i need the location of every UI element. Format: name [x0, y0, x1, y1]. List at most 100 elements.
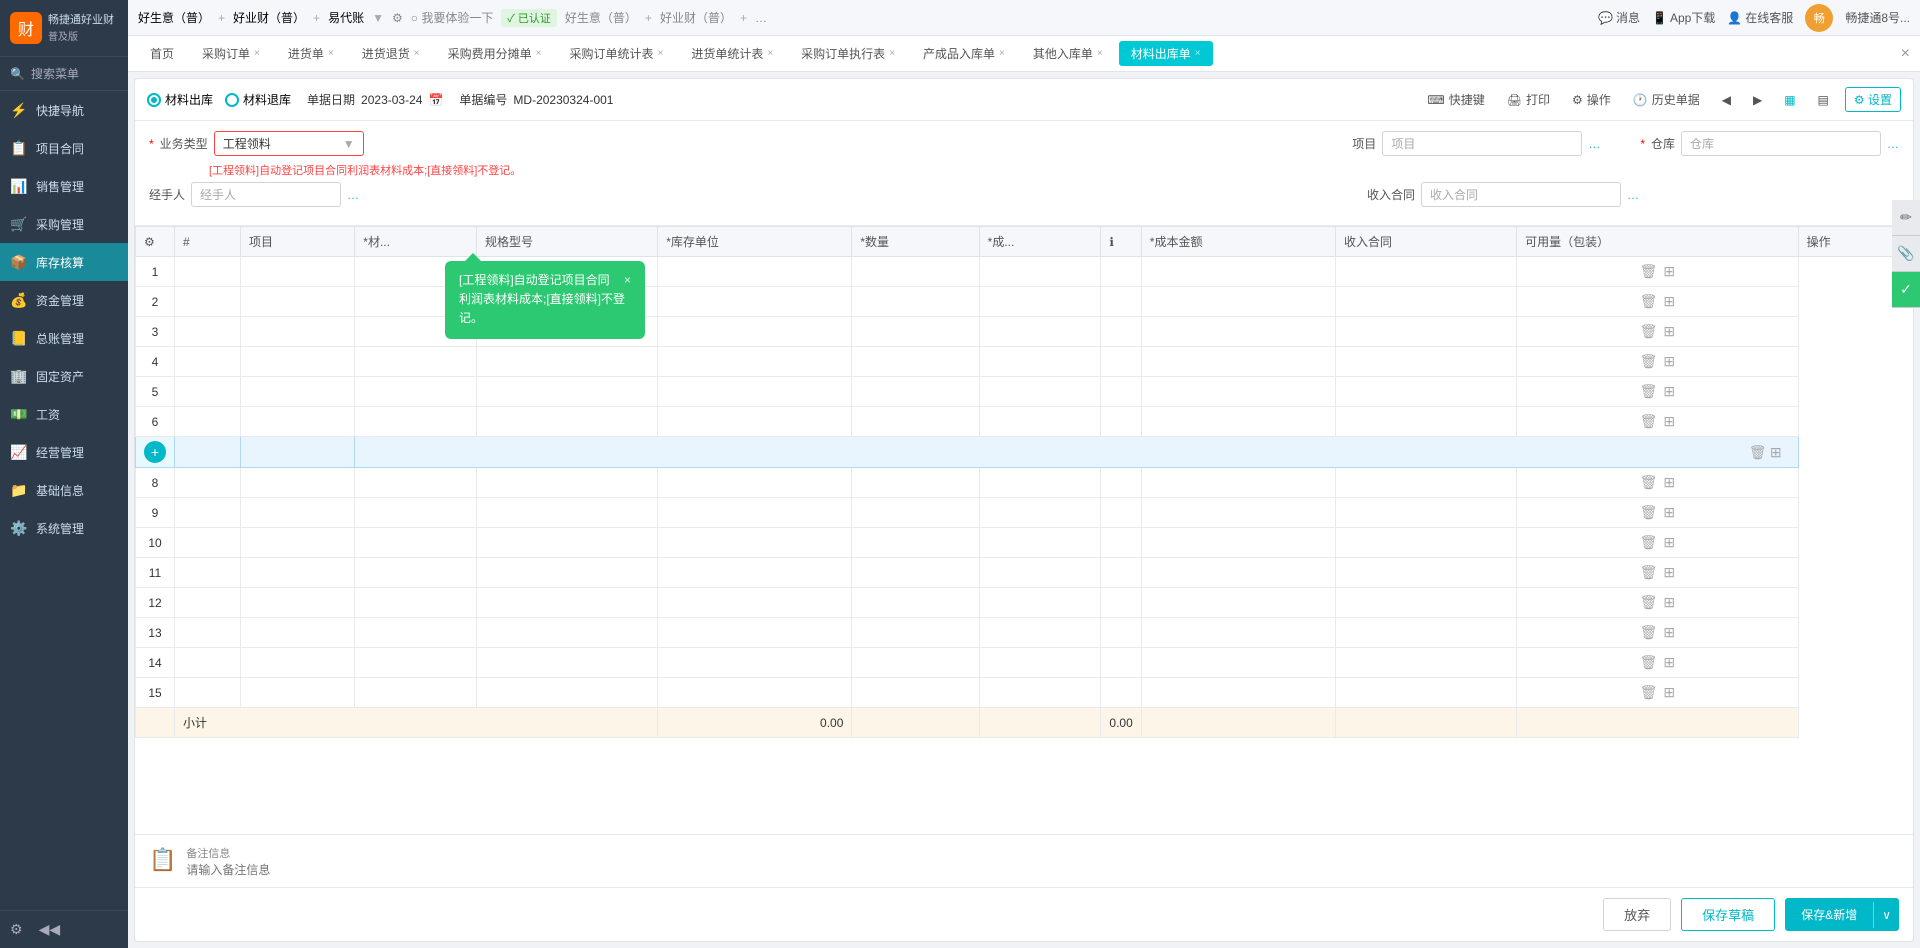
row-cost-amount[interactable] [1101, 257, 1141, 287]
add-row[interactable]: + 🗑 ⊞ [136, 437, 1913, 468]
sidebar-item-payroll[interactable]: 💵 工资 [0, 395, 128, 433]
tab-goods-stats[interactable]: 进货单统计表× [679, 41, 785, 66]
tab-close-purchase-exec[interactable]: × [889, 48, 895, 59]
tab-purchase-exec[interactable]: 采购订单执行表× [789, 41, 907, 66]
nav-good-biz[interactable]: 好生意（普） [138, 9, 210, 26]
biz-type-input[interactable]: 工程领料 ▼ [214, 131, 364, 156]
delete-row-icon[interactable]: 🗑 [1640, 323, 1658, 340]
close-all-tabs[interactable]: × [1901, 45, 1910, 63]
tooltip-close-btn[interactable]: × [624, 271, 631, 290]
copy-row-icon[interactable]: ⊞ [1663, 383, 1675, 400]
nav-good-finance2[interactable]: 好业财（普） [660, 9, 732, 26]
tab-close-purchase[interactable]: × [254, 48, 260, 59]
delete-row-icon[interactable]: 🗑 [1640, 383, 1658, 400]
tab-close-purchase-fee[interactable]: × [536, 48, 542, 59]
tab-purchase-order[interactable]: 采购订单× [190, 41, 272, 66]
delete-row-icon[interactable]: 🗑 [1640, 534, 1658, 551]
collapse-icon[interactable]: ◀◀ [39, 921, 61, 938]
sidebar-item-purchase[interactable]: 🛒 采购管理 [0, 205, 128, 243]
tab-close-goods-in[interactable]: × [328, 48, 334, 59]
copy-row-icon[interactable]: ⊞ [1663, 654, 1675, 671]
grid-normal-btn[interactable]: ▦ [1778, 90, 1801, 110]
history-btn[interactable]: 🕐 历史单据 [1627, 88, 1706, 111]
copy-row-icon[interactable]: ⊞ [1663, 323, 1675, 340]
nav-good-biz2[interactable]: 好生意（普） [565, 9, 637, 26]
tab-goods-in[interactable]: 进货单× [276, 41, 346, 66]
row-available[interactable] [1335, 257, 1516, 287]
tab-close-goods-return[interactable]: × [414, 48, 420, 59]
trial-btn[interactable]: ○ 我要体验一下 [411, 9, 494, 26]
row-qty[interactable] [658, 257, 852, 287]
delete-row-icon[interactable]: 🗑 [1640, 353, 1658, 370]
nav-more[interactable]: … [755, 11, 767, 25]
sidebar-item-capital[interactable]: 💰 资金管理 [0, 281, 128, 319]
project-input[interactable]: 项目 [1382, 131, 1582, 156]
sidebar-item-ops[interactable]: 📈 经营管理 [0, 433, 128, 471]
tab-other-in[interactable]: 其他入库单× [1021, 41, 1115, 66]
sidebar-item-system[interactable]: ⚙️ 系统管理 [0, 509, 128, 547]
copy-row-icon[interactable]: ⊞ [1663, 293, 1675, 310]
warehouse-input[interactable]: 仓库 [1681, 131, 1881, 156]
date-value[interactable]: 2023-03-24 [361, 93, 422, 107]
income-contract-input[interactable]: 收入合同 [1421, 182, 1621, 207]
right-edit-icon[interactable]: ✏ [1892, 200, 1920, 236]
row-income-contract[interactable] [1141, 257, 1335, 287]
prev-btn[interactable]: ◀ [1716, 90, 1737, 110]
save-new-btn[interactable]: 保存&新增 ∨ [1785, 898, 1899, 931]
sidebar-item-project[interactable]: 📋 项目合同 [0, 129, 128, 167]
nav-good-finance[interactable]: 好业财（普） [233, 9, 305, 26]
tab-material-out[interactable]: 材料出库单× [1119, 41, 1213, 66]
tab-close-goods-stats[interactable]: × [767, 48, 773, 59]
next-btn[interactable]: ▶ [1747, 90, 1768, 110]
calendar-icon[interactable]: 📅 [428, 93, 443, 107]
sidebar-search[interactable]: 🔍 搜索菜单 [0, 57, 128, 91]
row-project[interactable] [175, 257, 241, 287]
settings-btn[interactable]: ⚙ 设置 [1845, 87, 1901, 112]
tab-purchase-stats[interactable]: 采购订单统计表× [557, 41, 675, 66]
sidebar-item-basic[interactable]: 📁 基础信息 [0, 471, 128, 509]
save-new-arrow[interactable]: ∨ [1873, 902, 1899, 928]
grid-compact-btn[interactable]: ▤ [1812, 90, 1835, 110]
delete-row-icon[interactable]: 🗑 [1640, 624, 1658, 641]
tab-close-product-in[interactable]: × [999, 48, 1005, 59]
handler-input[interactable]: 经手人 [191, 182, 341, 207]
nav-dropdown[interactable]: ▼ [372, 11, 384, 25]
copy-row-icon[interactable]: ⊞ [1663, 413, 1675, 430]
notes-input[interactable] [186, 863, 1899, 877]
delete-row-icon[interactable]: 🗑 [1640, 474, 1658, 491]
tab-home[interactable]: 首页 [138, 41, 186, 66]
tab-close-material-out[interactable]: × [1195, 48, 1201, 59]
row-material[interactable] [241, 257, 355, 287]
sidebar-item-shortcut[interactable]: ⚡ 快捷导航 [0, 91, 128, 129]
save-new-label[interactable]: 保存&新增 [1785, 900, 1873, 929]
right-green-icon[interactable]: ✓ [1892, 272, 1920, 308]
app-download-btn[interactable]: 📱 App下载 [1652, 9, 1715, 26]
delete-row-icon[interactable]: 🗑 [1640, 564, 1658, 581]
copy-row-icon[interactable]: ⊞ [1663, 263, 1675, 280]
copy-row-icon[interactable]: ⊞ [1663, 353, 1675, 370]
row-cost[interactable] [852, 257, 979, 287]
copy-row-icon[interactable]: ⊞ [1663, 564, 1675, 581]
copy-row-icon[interactable]: ⊞ [1663, 534, 1675, 551]
project-dots[interactable]: … [1588, 137, 1600, 151]
sidebar-item-sales[interactable]: 📊 销售管理 [0, 167, 128, 205]
copy-row-icon[interactable]: ⊞ [1663, 474, 1675, 491]
delete-row-icon[interactable]: 🗑 [1640, 504, 1658, 521]
save-draft-btn[interactable]: 保存草稿 [1681, 898, 1775, 931]
th-settings[interactable]: ⚙ [136, 227, 175, 257]
copy-add-icon[interactable]: ⊞ [1770, 444, 1782, 460]
warehouse-dots[interactable]: … [1887, 137, 1899, 151]
settings-icon[interactable]: ⚙ [10, 921, 23, 938]
settings-gear-icon[interactable]: ⚙ [392, 11, 403, 25]
right-paperclip-icon[interactable]: 📎 [1892, 236, 1920, 272]
tab-product-in[interactable]: 产成品入库单× [911, 41, 1017, 66]
add-row-btn[interactable]: + [144, 441, 166, 463]
nav-easy-account[interactable]: 易代账 [328, 9, 364, 26]
delete-row-icon[interactable]: 🗑 [1640, 413, 1658, 430]
user-avatar[interactable]: 畅 [1805, 4, 1833, 32]
handler-dots[interactable]: … [347, 188, 359, 202]
delete-row-icon[interactable]: 🗑 [1640, 263, 1658, 280]
copy-row-icon[interactable]: ⊞ [1663, 594, 1675, 611]
tab-close-purchase-stats[interactable]: × [657, 48, 663, 59]
sidebar-item-fixed[interactable]: 🏢 固定资产 [0, 357, 128, 395]
